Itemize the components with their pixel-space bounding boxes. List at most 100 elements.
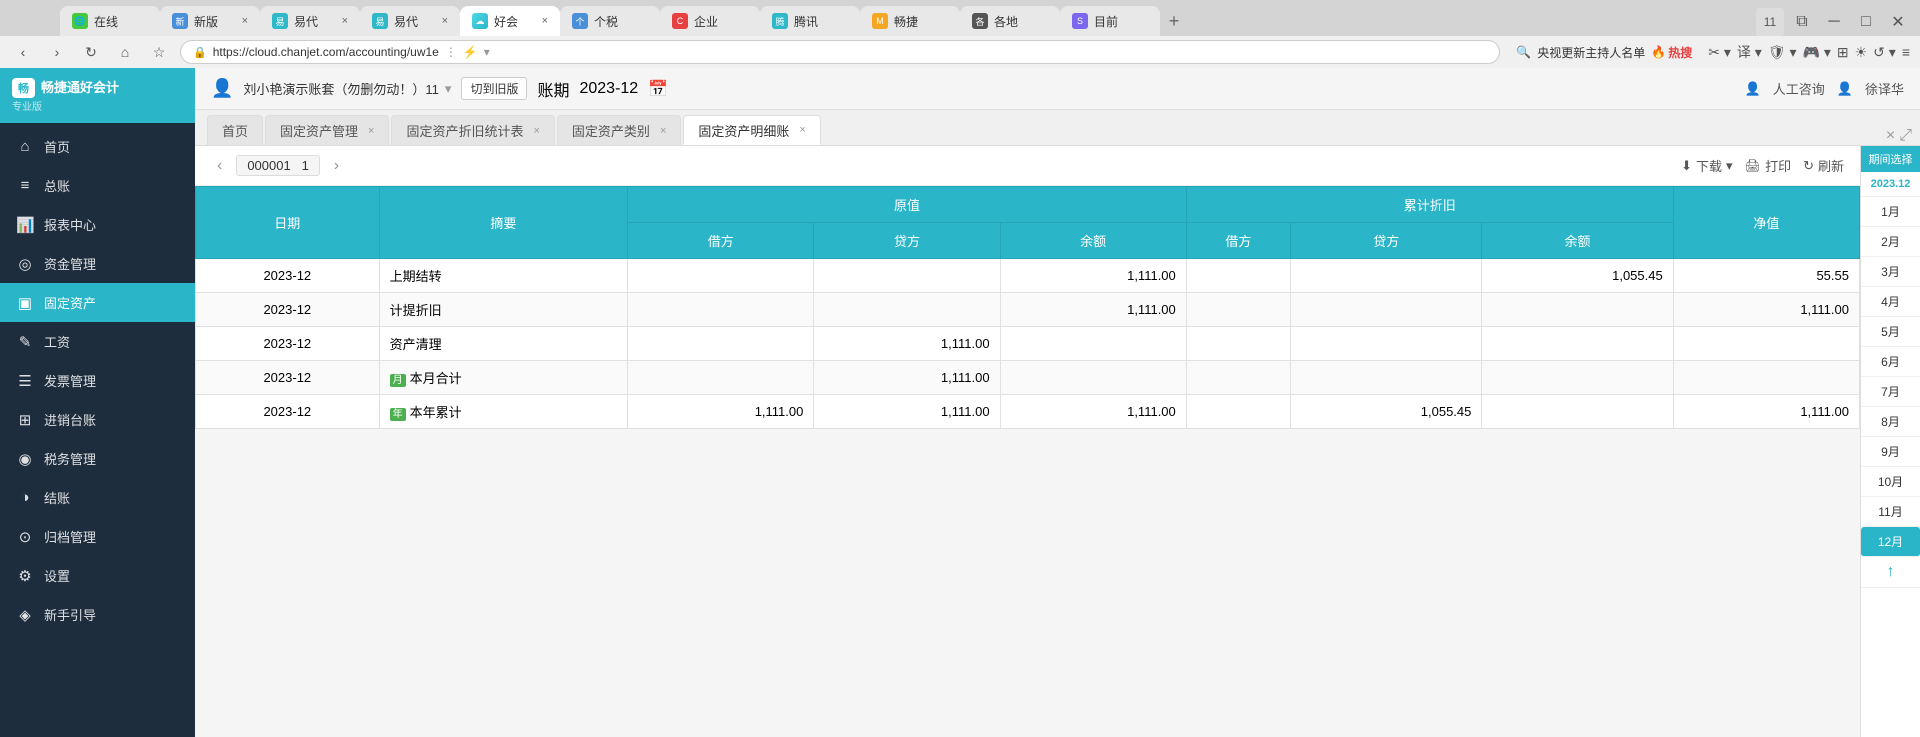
- menu-icon[interactable]: ≡: [1902, 44, 1910, 60]
- table-row: 2023-12 资产清理 1,111.00: [196, 327, 1860, 361]
- period-month-item[interactable]: 3月: [1861, 257, 1920, 287]
- sidebar-item-settings[interactable]: ⚙ 设置: [0, 556, 195, 595]
- period-switch-button[interactable]: 切到旧版: [461, 77, 527, 100]
- tab-close-new[interactable]: ×: [242, 15, 248, 27]
- tab-icon-gedi: 各: [972, 13, 988, 29]
- period-months-container: 1月2月3月4月5月6月7月8月9月10月11月12月: [1861, 197, 1920, 557]
- grid-icon[interactable]: ⊞: [1837, 44, 1849, 61]
- translate-icon[interactable]: 译 ▾: [1737, 42, 1762, 62]
- address-input[interactable]: 🔒 https://cloud.chanjet.com/accounting/u…: [180, 40, 1500, 64]
- sidebar-item-payroll[interactable]: ✎ 工资: [0, 322, 195, 361]
- browser-tab-new[interactable]: 新 新版 ×: [160, 6, 260, 36]
- new-tab-button[interactable]: +: [1160, 6, 1188, 36]
- fullscreen-icon[interactable]: ⤢: [1899, 127, 1912, 145]
- browser-tab-qiye[interactable]: C 企业: [660, 6, 760, 36]
- download-dropdown-icon[interactable]: ▾: [1726, 158, 1733, 174]
- browser-tab-muqian[interactable]: S 目前: [1060, 6, 1160, 36]
- period-month-item[interactable]: 1月: [1861, 197, 1920, 227]
- page-tab-depreciation-close[interactable]: ×: [533, 125, 539, 137]
- period-month-item[interactable]: 2月: [1861, 227, 1920, 257]
- page-tab-fixed-asset-mgmt-close[interactable]: ×: [368, 125, 374, 137]
- restore-window-icon[interactable]: ⧉: [1788, 8, 1816, 36]
- browser-tab-yidai2[interactable]: 易 易代 ×: [360, 6, 460, 36]
- tab-close-yidai2[interactable]: ×: [442, 15, 448, 27]
- period-month-item[interactable]: 7月: [1861, 377, 1920, 407]
- ledger-actions: ⬇ 下载 ▾ 🖨 打印 ↻ 刷新: [1681, 156, 1844, 175]
- period-month-item[interactable]: 11月: [1861, 497, 1920, 527]
- page-tab-home[interactable]: 首页: [207, 115, 263, 145]
- tab-label-qiye: 企业: [694, 13, 718, 30]
- cell-date: 2023-12: [196, 361, 380, 395]
- sidebar-item-invoice-mgmt[interactable]: ☰ 发票管理: [0, 361, 195, 400]
- sidebar-item-purchase-sales[interactable]: ⊞ 进销台账: [0, 400, 195, 439]
- browser-tab-yidai1[interactable]: 易 易代 ×: [260, 6, 360, 36]
- settings-icon: ⚙: [16, 567, 34, 585]
- browser-tab-gedi[interactable]: 各 各地: [960, 6, 1060, 36]
- sidebar-edition: 专业版: [12, 98, 42, 113]
- sidebar-item-report-center[interactable]: 📊 报表中心: [0, 205, 195, 244]
- company-selector[interactable]: 刘小艳演示账套（勿删勿动！）11 ▾: [243, 79, 451, 98]
- period-month-item[interactable]: 6月: [1861, 347, 1920, 377]
- sidebar-item-general-ledger[interactable]: ≡ 总账: [0, 166, 195, 205]
- browser-tab-geshui[interactable]: 个 个税: [560, 6, 660, 36]
- browser-tab-tencent[interactable]: 腾 腾讯: [760, 6, 860, 36]
- bookmark-button[interactable]: ☆: [146, 39, 172, 65]
- download-button[interactable]: ⬇ 下载 ▾: [1681, 156, 1732, 175]
- refresh-button[interactable]: ↻ 刷新: [1803, 156, 1844, 175]
- scissors-icon[interactable]: ✂ ▾: [1708, 44, 1731, 61]
- period-month-item[interactable]: 10月: [1861, 467, 1920, 497]
- minimize-window-icon[interactable]: ─: [1820, 8, 1848, 36]
- user-name[interactable]: 徐译华: [1865, 79, 1904, 98]
- nav-next-button[interactable]: ›: [328, 155, 345, 177]
- sidebar-item-new-guide[interactable]: ◈ 新手引导: [0, 595, 195, 634]
- period-month-item[interactable]: 8月: [1861, 407, 1920, 437]
- home-button[interactable]: ⌂: [112, 39, 138, 65]
- browser-tab-changjie[interactable]: M 畅捷: [860, 6, 960, 36]
- sidebar-item-fund-mgmt[interactable]: ◎ 资金管理: [0, 244, 195, 283]
- sidebar-item-fixed-assets[interactable]: ▣ 固定资产: [0, 283, 195, 322]
- page-tab-detail[interactable]: 固定资产明细账 ×: [683, 115, 820, 145]
- page-tab-detail-close[interactable]: ×: [799, 124, 805, 136]
- tab-close-yidai1[interactable]: ×: [342, 15, 348, 27]
- minimize-panel-icon[interactable]: ×: [1886, 127, 1895, 145]
- sidebar-item-archive-mgmt[interactable]: ⊙ 归档管理: [0, 517, 195, 556]
- browser-tab-haohui[interactable]: ☁ 好会 ×: [460, 6, 560, 36]
- scroll-up-button[interactable]: ↑: [1861, 557, 1920, 588]
- company-dropdown-icon[interactable]: ▾: [445, 81, 452, 97]
- sidebar-item-home[interactable]: ⌂ 首页: [0, 127, 195, 166]
- page-tab-depreciation[interactable]: 固定资产折旧统计表 ×: [391, 115, 554, 145]
- undo-icon[interactable]: ↺ ▾: [1873, 44, 1896, 61]
- brightness-icon[interactable]: ☀: [1855, 44, 1868, 61]
- th-accum-debit: 借方: [1186, 223, 1290, 259]
- tab-label-muqian: 目前: [1094, 13, 1118, 30]
- reload-button[interactable]: ↻: [78, 39, 104, 65]
- page-tab-category[interactable]: 固定资产类别 ×: [557, 115, 681, 145]
- maximize-window-icon[interactable]: □: [1852, 8, 1880, 36]
- tab-close-haohui[interactable]: ×: [542, 15, 548, 27]
- sidebar-label-purchase-sales: 进销台账: [44, 410, 96, 429]
- close-window-icon[interactable]: ✕: [1884, 8, 1912, 36]
- period-month-item[interactable]: 5月: [1861, 317, 1920, 347]
- human-service-label[interactable]: 人工咨询: [1773, 79, 1825, 98]
- page-tab-fixed-asset-mgmt-label: 固定资产管理: [280, 121, 358, 140]
- print-button[interactable]: 🖨 打印: [1745, 156, 1792, 175]
- page-tab-fixed-asset-mgmt[interactable]: 固定资产管理 ×: [265, 115, 389, 145]
- browser-tab-online[interactable]: 🌐 在线: [60, 6, 160, 36]
- print-label: 打印: [1765, 156, 1791, 175]
- game-icon[interactable]: 🎮 ▾: [1803, 44, 1831, 61]
- back-button[interactable]: ‹: [10, 39, 36, 65]
- forward-button[interactable]: ›: [44, 39, 70, 65]
- nav-prev-button[interactable]: ‹: [211, 155, 228, 177]
- shield-icon[interactable]: 🛡 ▾: [1768, 44, 1797, 61]
- period-month-item[interactable]: 12月: [1861, 527, 1920, 557]
- address-dropdown-icon[interactable]: ▾: [484, 45, 490, 59]
- cell-accum-balance: [1482, 361, 1673, 395]
- sidebar-item-checkout[interactable]: ◑ 结账: [0, 478, 195, 517]
- app-header: 👤 刘小艳演示账套（勿删勿动！）11 ▾ 切到旧版 账期 2023-12 📅 👤…: [195, 68, 1920, 110]
- calendar-icon[interactable]: 📅: [648, 79, 668, 99]
- page-tab-category-close[interactable]: ×: [660, 125, 666, 137]
- sidebar-item-tax-mgmt[interactable]: ◉ 税务管理: [0, 439, 195, 478]
- period-month-item[interactable]: 9月: [1861, 437, 1920, 467]
- period-month-item[interactable]: 4月: [1861, 287, 1920, 317]
- tab-extra-buttons: 11 ⧉ ─ □ ✕: [1756, 8, 1920, 36]
